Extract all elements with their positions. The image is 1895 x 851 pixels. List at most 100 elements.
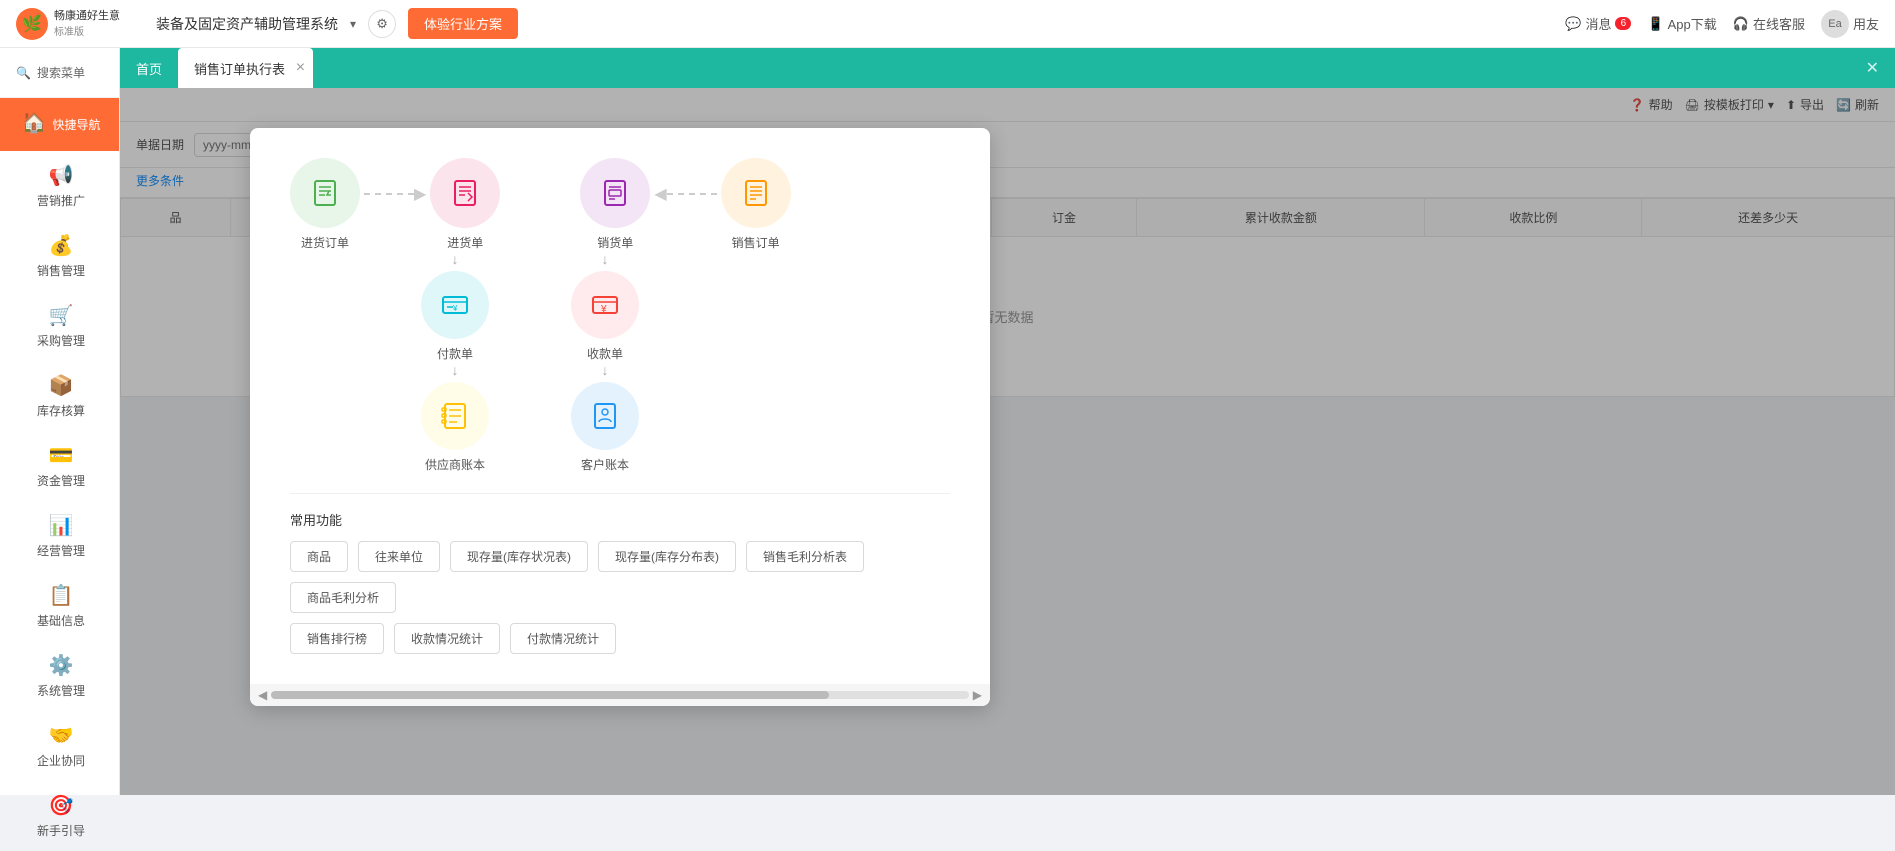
sidebar-item-system[interactable]: ⚙️ 系统管理: [0, 641, 119, 711]
modal-overlay[interactable]: 进货订单 ▶: [120, 88, 1895, 795]
func-btn-6[interactable]: 销售排行榜: [290, 623, 384, 654]
func-btn-1[interactable]: 往来单位: [358, 541, 440, 572]
func-btn-2[interactable]: 现存量(库存状况表): [450, 541, 588, 572]
sidebar-item-enterprise-label: 企业协同: [37, 752, 85, 769]
trial-button[interactable]: 体验行业方案: [408, 8, 518, 39]
flow-item-supplier-ledger[interactable]: 供应商账本: [420, 382, 490, 473]
logo-area: 🌿 畅康通好生意 标准版: [16, 8, 136, 40]
logo-icon: 🌿: [16, 8, 48, 40]
common-functions-section: 常用功能 商品 往来单位 现存量(库存状况表) 现存量(库存分布表) 销售毛利分…: [290, 493, 950, 654]
customer-ledger-circle[interactable]: [571, 382, 639, 450]
finance-icon: 💳: [49, 443, 74, 468]
sales-bill-circle[interactable]: [580, 158, 650, 228]
operation-icon: 📊: [49, 513, 74, 538]
func-btn-3[interactable]: 现存量(库存分布表): [598, 541, 736, 572]
tab-sales-order-label: 销售订单执行表: [194, 59, 285, 78]
arrow-down-1: ↓: [420, 251, 490, 267]
func-btn-0[interactable]: 商品: [290, 541, 348, 572]
func-btn-7[interactable]: 收款情况统计: [394, 623, 500, 654]
customer-ledger-label: 客户账本: [581, 456, 629, 473]
sidebar-item-purchase[interactable]: 🛒 采购管理: [0, 291, 119, 361]
sidebar-item-quick[interactable]: 🏠 快捷导航: [0, 98, 119, 151]
sidebar-item-finance[interactable]: 💳 资金管理: [0, 431, 119, 501]
func-btn-5[interactable]: 商品毛利分析: [290, 582, 396, 613]
search-icon: 🔍: [16, 66, 31, 80]
tab-home-label: 首页: [136, 59, 162, 78]
content-area: ❓ 帮助 🖨 按模板打印 ▾ ⬆ 导出 🔄 刷新: [120, 88, 1895, 795]
sidebar-item-finance-label: 资金管理: [37, 472, 85, 489]
spacer-g: [290, 362, 420, 378]
sidebar-item-operation[interactable]: 📊 经营管理: [0, 501, 119, 571]
search-menu-label: 搜索菜单: [37, 64, 85, 81]
sidebar-item-inventory-label: 库存核算: [37, 402, 85, 419]
flow-item-purchase-order[interactable]: 进货订单: [290, 158, 360, 251]
app-download-item[interactable]: 📱 App下载: [1647, 14, 1716, 33]
sidebar: 🔍 搜索菜单 🏠 快捷导航 📢 营销推广 💰 销售管理 🛒 采购管理 📦 库存核…: [0, 48, 120, 795]
purchase-order-label: 进货订单: [301, 234, 349, 251]
tab-home[interactable]: 首页: [120, 48, 178, 88]
user-area[interactable]: Ea 用友: [1821, 10, 1879, 38]
sidebar-item-operation-label: 经营管理: [37, 542, 85, 559]
supplier-ledger-circle[interactable]: [421, 382, 489, 450]
guide-icon: 🎯: [49, 793, 74, 818]
basic-icon: 📋: [49, 583, 74, 608]
sidebar-search: 🔍 搜索菜单: [0, 48, 119, 98]
func-btn-8[interactable]: 付款情况统计: [510, 623, 616, 654]
flow-item-customer-ledger[interactable]: 客户账本: [570, 382, 640, 473]
sidebar-item-enterprise[interactable]: 🤝 企业协同: [0, 711, 119, 781]
flow-diagram: 进货订单 ▶: [290, 158, 950, 473]
online-service-item[interactable]: 🎧 在线客服: [1733, 14, 1805, 33]
arrow-down-2: ↓: [570, 251, 640, 267]
purchase-order-circle[interactable]: [290, 158, 360, 228]
system-dropdown[interactable]: ▾: [350, 17, 356, 31]
purchase-icon: 🛒: [49, 303, 74, 328]
sidebar-item-guide[interactable]: 🎯 新手引导: [0, 781, 119, 851]
flow-row-5: 供应商账本: [290, 382, 950, 473]
sales-order-circle[interactable]: [721, 158, 791, 228]
sidebar-item-inventory[interactable]: 📦 库存核算: [0, 361, 119, 431]
logo-text: 畅康通好生意: [54, 9, 120, 23]
online-service-label: 在线客服: [1753, 14, 1805, 33]
message-label: 消息: [1585, 14, 1611, 33]
tab-sales-order[interactable]: 销售订单执行表 ×: [178, 48, 313, 88]
header-right: 💬 消息 6 📱 App下载 🎧 在线客服 Ea 用友: [1565, 10, 1879, 38]
flow-item-receipt[interactable]: ¥ 收款单: [570, 271, 640, 362]
sidebar-item-sales[interactable]: 💰 销售管理: [0, 221, 119, 291]
payment-label: 付款单: [437, 345, 473, 362]
marketing-icon: 📢: [49, 163, 74, 188]
sales-icon: 💰: [49, 233, 74, 258]
sidebar-item-marketing[interactable]: 📢 营销推广: [0, 151, 119, 221]
logo-sub: 标准版: [54, 23, 120, 38]
message-item[interactable]: 💬 消息 6: [1565, 14, 1631, 33]
scroll-right-button[interactable]: ▶: [973, 688, 982, 702]
inventory-icon: 📦: [49, 373, 74, 398]
settings-button[interactable]: ⚙: [368, 10, 396, 38]
flow-item-purchase-bill[interactable]: 进货单: [430, 158, 500, 251]
scroll-left-button[interactable]: ◀: [258, 688, 267, 702]
flow-row-arrows-2: ↓ ↓: [290, 362, 950, 378]
payment-circle[interactable]: ¥: [421, 271, 489, 339]
scrollbar-track[interactable]: [271, 691, 969, 699]
tab-close-button[interactable]: ×: [296, 59, 305, 77]
flow-item-payment[interactable]: ¥ 付款单: [420, 271, 490, 362]
top-header: 🌿 畅康通好生意 标准版 装备及固定资产辅助管理系统 ▾ ⚙ 体验行业方案 💬 …: [0, 0, 1895, 48]
tab-bar: 首页 销售订单执行表 × ✕: [120, 48, 1895, 88]
avatar: Ea: [1821, 10, 1849, 38]
supplier-ledger-label: 供应商账本: [425, 456, 485, 473]
flow-item-sales-bill[interactable]: 销货单: [580, 158, 650, 251]
tab-bar-close-button[interactable]: ✕: [1850, 58, 1895, 78]
system-icon: ⚙️: [49, 653, 74, 678]
header-middle: 装备及固定资产辅助管理系统 ▾ ⚙ 体验行业方案: [136, 8, 1565, 39]
purchase-bill-circle[interactable]: [430, 158, 500, 228]
common-functions-title: 常用功能: [290, 510, 950, 529]
modal-body: 进货订单 ▶: [250, 128, 990, 684]
arrow-left-1: ◀: [654, 184, 716, 226]
flow-item-sales-order[interactable]: 销售订单: [721, 158, 791, 251]
search-menu-button[interactable]: 🔍 搜索菜单: [8, 58, 111, 87]
flow-row-1: 进货订单 ▶: [290, 158, 950, 251]
receipt-circle[interactable]: ¥: [571, 271, 639, 339]
sales-order-label: 销售订单: [732, 234, 780, 251]
arrow-down-4: ↓: [570, 362, 640, 378]
sidebar-item-basic[interactable]: 📋 基础信息: [0, 571, 119, 641]
func-btn-4[interactable]: 销售毛利分析表: [746, 541, 864, 572]
